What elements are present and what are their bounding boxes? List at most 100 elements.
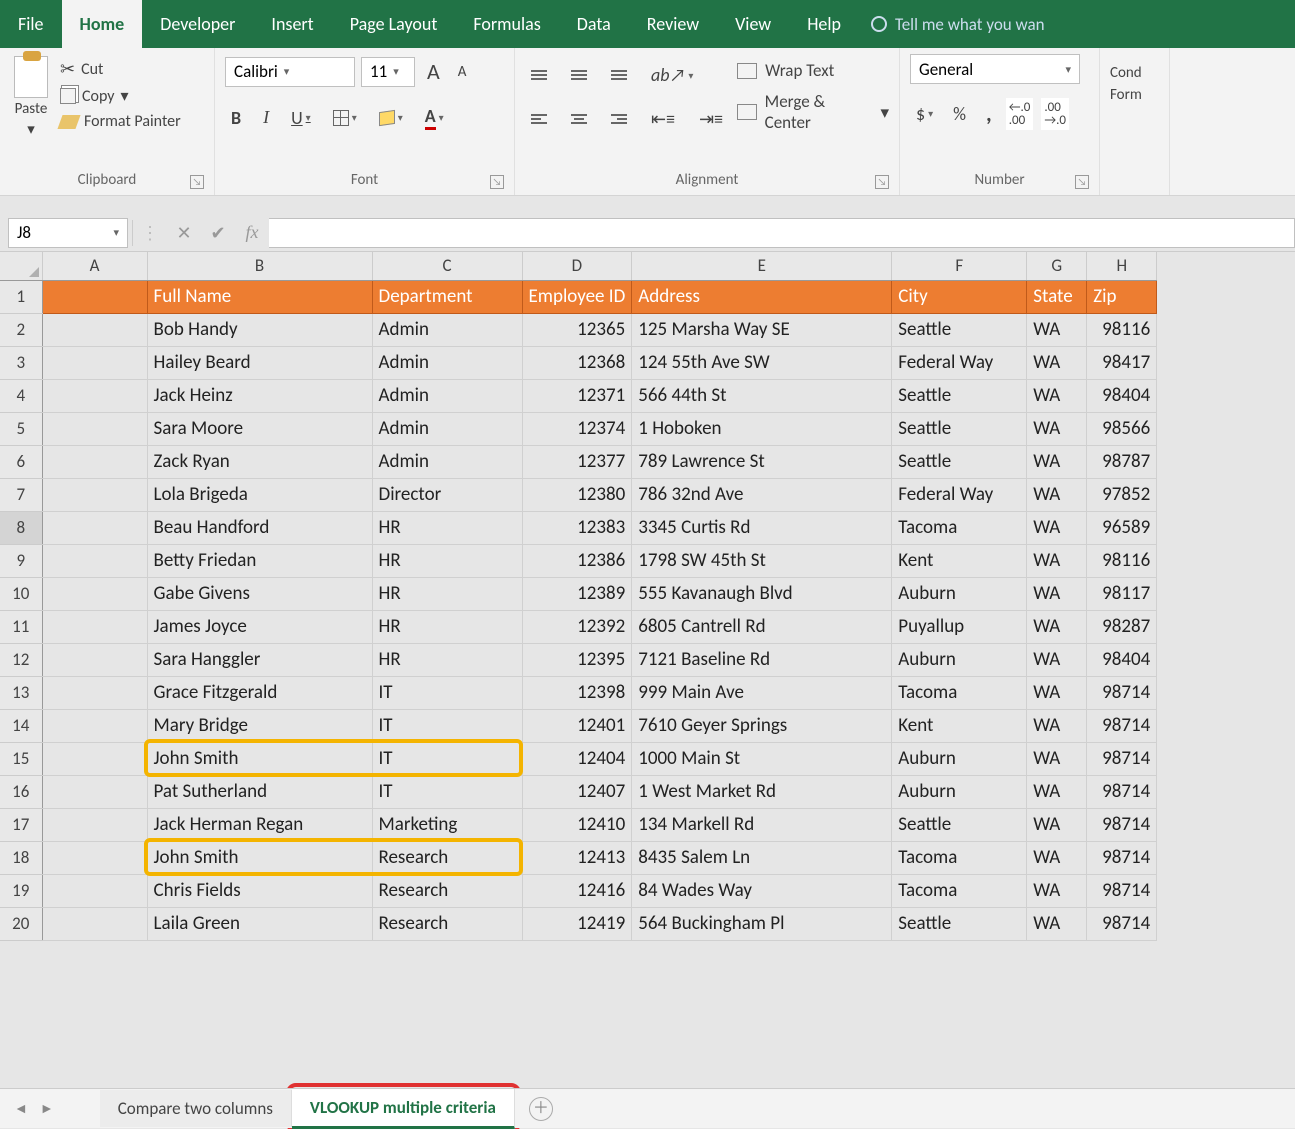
increase-font-button[interactable]: A xyxy=(421,54,446,89)
row-header[interactable]: 3 xyxy=(0,346,42,379)
cell[interactable]: 98116 xyxy=(1087,313,1157,346)
column-header[interactable]: F xyxy=(892,252,1027,280)
cell[interactable]: WA xyxy=(1027,709,1087,742)
align-right-button[interactable] xyxy=(605,110,633,128)
cell[interactable]: Director xyxy=(372,478,522,511)
tab-review[interactable]: Review xyxy=(629,0,717,48)
cell[interactable]: 12404 xyxy=(522,742,632,775)
cell[interactable]: Auburn xyxy=(892,775,1027,808)
row-header[interactable]: 13 xyxy=(0,676,42,709)
cell[interactable]: 97852 xyxy=(1087,478,1157,511)
cell[interactable]: 98714 xyxy=(1087,874,1157,907)
cut-button[interactable]: ✂Cut xyxy=(60,58,181,80)
row-header[interactable]: 14 xyxy=(0,709,42,742)
cell[interactable]: WA xyxy=(1027,841,1087,874)
cell[interactable]: Zip xyxy=(1087,280,1157,313)
cell[interactable]: 1 Hoboken xyxy=(632,412,892,445)
cell[interactable]: WA xyxy=(1027,478,1087,511)
fill-color-button[interactable]: ▾ xyxy=(373,107,409,129)
cell[interactable]: 84 Wades Way xyxy=(632,874,892,907)
cell[interactable]: John Smith xyxy=(147,841,372,874)
cell[interactable] xyxy=(42,412,147,445)
paste-button[interactable]: Paste ▾ xyxy=(10,54,52,167)
cell[interactable]: 12419 xyxy=(522,907,632,940)
decrease-decimal-button[interactable]: .00→.0 xyxy=(1041,98,1069,130)
tab-file[interactable]: File xyxy=(0,0,62,48)
cell[interactable] xyxy=(42,346,147,379)
cell[interactable]: Hailey Beard xyxy=(147,346,372,379)
cell[interactable] xyxy=(42,775,147,808)
decrease-indent-button[interactable]: ⇤≡ xyxy=(645,104,681,134)
cell[interactable]: Sara Moore xyxy=(147,412,372,445)
cell[interactable]: 1798 SW 45th St xyxy=(632,544,892,577)
cell[interactable]: 12383 xyxy=(522,511,632,544)
cell[interactable]: 999 Main Ave xyxy=(632,676,892,709)
tell-me-search[interactable]: Tell me what you wan xyxy=(859,0,1045,48)
cell[interactable]: Tacoma xyxy=(892,676,1027,709)
cell[interactable]: WA xyxy=(1027,379,1087,412)
cell[interactable]: City xyxy=(892,280,1027,313)
cell[interactable]: 12416 xyxy=(522,874,632,907)
cell[interactable]: Jack Herman Regan xyxy=(147,808,372,841)
cell[interactable]: 12392 xyxy=(522,610,632,643)
cell[interactable]: 98566 xyxy=(1087,412,1157,445)
cell[interactable]: Research xyxy=(372,841,522,874)
copy-button[interactable]: Copy▾ xyxy=(60,86,181,106)
cell[interactable]: 98714 xyxy=(1087,742,1157,775)
cell[interactable]: Lola Brigeda xyxy=(147,478,372,511)
cell[interactable]: 566 44th St xyxy=(632,379,892,412)
cell[interactable]: Admin xyxy=(372,379,522,412)
cell[interactable]: HR xyxy=(372,577,522,610)
select-all-corner[interactable] xyxy=(0,252,42,280)
tab-developer[interactable]: Developer xyxy=(142,0,253,48)
cell[interactable] xyxy=(42,742,147,775)
dialog-launcher-icon[interactable]: ↘ xyxy=(490,175,504,189)
cell[interactable] xyxy=(42,841,147,874)
align-top-button[interactable] xyxy=(525,66,553,84)
cell[interactable]: 12389 xyxy=(522,577,632,610)
cell[interactable]: Kent xyxy=(892,709,1027,742)
cell[interactable]: 789 Lawrence St xyxy=(632,445,892,478)
cell[interactable]: IT xyxy=(372,709,522,742)
cell[interactable] xyxy=(42,709,147,742)
cell[interactable]: HR xyxy=(372,643,522,676)
cell[interactable]: Admin xyxy=(372,445,522,478)
format-painter-button[interactable]: Format Painter xyxy=(60,112,181,131)
cell[interactable]: Admin xyxy=(372,346,522,379)
cell[interactable] xyxy=(42,280,147,313)
sheet-nav-next[interactable]: ► xyxy=(34,1100,60,1117)
cell[interactable]: 7610 Geyer Springs xyxy=(632,709,892,742)
cell[interactable]: Employee ID xyxy=(522,280,632,313)
column-header[interactable]: C xyxy=(372,252,522,280)
cell[interactable]: 12395 xyxy=(522,643,632,676)
row-header[interactable]: 6 xyxy=(0,445,42,478)
cell[interactable]: Seattle xyxy=(892,313,1027,346)
column-header[interactable]: H xyxy=(1087,252,1157,280)
cell[interactable]: Address xyxy=(632,280,892,313)
cell[interactable]: 12377 xyxy=(522,445,632,478)
cell[interactable]: 98714 xyxy=(1087,841,1157,874)
cell[interactable]: 98787 xyxy=(1087,445,1157,478)
three-dots-icon[interactable]: ⋮ xyxy=(133,222,167,244)
borders-button[interactable]: ▾ xyxy=(327,106,363,130)
increase-decimal-button[interactable]: ←.0.00 xyxy=(1006,98,1034,130)
cell[interactable]: Admin xyxy=(372,412,522,445)
cell[interactable]: Research xyxy=(372,907,522,940)
cell[interactable]: Grace Fitzgerald xyxy=(147,676,372,709)
cell[interactable]: Zack Ryan xyxy=(147,445,372,478)
cell[interactable]: WA xyxy=(1027,346,1087,379)
cell[interactable]: Marketing xyxy=(372,808,522,841)
cell[interactable]: Full Name xyxy=(147,280,372,313)
cell[interactable]: 98404 xyxy=(1087,643,1157,676)
cell[interactable]: Sara Hanggler xyxy=(147,643,372,676)
cell[interactable]: 98714 xyxy=(1087,709,1157,742)
cell[interactable]: 98404 xyxy=(1087,379,1157,412)
cell[interactable] xyxy=(42,379,147,412)
cell[interactable]: 1000 Main St xyxy=(632,742,892,775)
italic-button[interactable]: I xyxy=(257,103,275,132)
name-box[interactable]: J8▾ xyxy=(8,218,128,248)
cell[interactable]: 98714 xyxy=(1087,775,1157,808)
cell[interactable]: Gabe Givens xyxy=(147,577,372,610)
tab-formulas[interactable]: Formulas xyxy=(455,0,558,48)
row-header[interactable]: 1 xyxy=(0,280,42,313)
